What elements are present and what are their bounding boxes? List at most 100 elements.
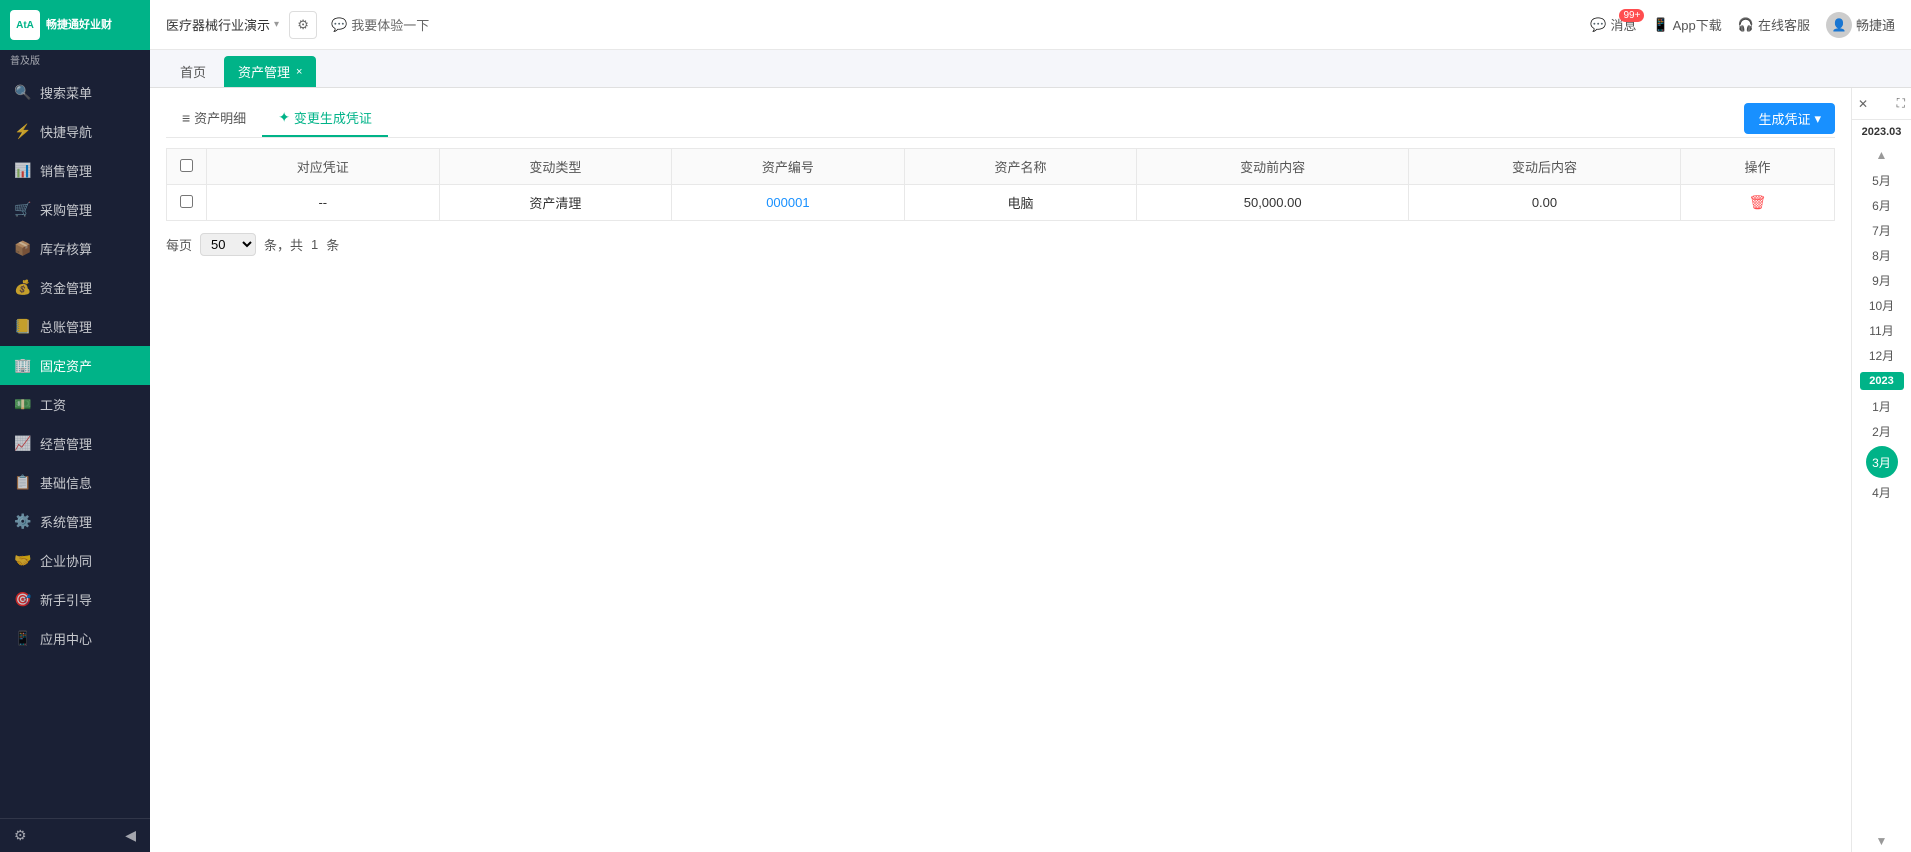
sidebar-item-label: 经营管理 — [40, 434, 92, 453]
sidebar-item-payroll[interactable]: 💵 工资 — [0, 385, 150, 424]
sidebar-item-label: 固定资产 — [40, 356, 92, 375]
funds-icon: 💰 — [14, 279, 32, 297]
payroll-icon: 💵 — [14, 396, 32, 414]
sidebar-item-purchase[interactable]: 🛒 采购管理 — [0, 190, 150, 229]
row-voucher: -- — [207, 185, 440, 221]
feedback-icon: 💬 — [331, 17, 347, 33]
sidebar-item-appcenter[interactable]: 📱 应用中心 — [0, 619, 150, 658]
per-page-label: 每页 — [166, 235, 192, 254]
sidebar-item-label: 应用中心 — [40, 629, 92, 648]
sidebar-item-label: 基础信息 — [40, 473, 92, 492]
sidebar-item-funds[interactable]: 💰 资金管理 — [0, 268, 150, 307]
per-page-select[interactable]: 50 10 20 100 — [200, 233, 256, 256]
messages-badge: 99+ — [1619, 9, 1644, 22]
sidebar-item-basic[interactable]: 📋 基础信息 — [0, 463, 150, 502]
company-selector[interactable]: 医疗器械行业演示 ▾ — [166, 15, 279, 34]
row-before-content: 50,000.00 — [1137, 185, 1409, 221]
pagination-separator: 条，共 — [264, 235, 303, 254]
app-edition: 普及版 — [0, 50, 150, 73]
delete-icon[interactable]: 🗑 — [1749, 194, 1767, 210]
sidebar-logo: AtA 畅捷通好业财 — [0, 0, 150, 50]
quicknav-icon: ⚡ — [14, 123, 32, 141]
guide-icon: 🎯 — [14, 591, 32, 609]
row-asset-no[interactable]: 000001 — [672, 185, 905, 221]
sidebar-item-label: 工资 — [40, 395, 66, 414]
sidebar-item-label: 快捷导航 — [40, 122, 92, 141]
sidebar-item-quicknav[interactable]: ⚡ 快捷导航 — [0, 112, 150, 151]
active-tab-label: 资产管理 — [238, 62, 290, 81]
feedback-button[interactable]: 💬 我要体验一下 — [331, 15, 429, 34]
generate-arrow-icon: ▾ — [1814, 111, 1821, 127]
tab-assets-management[interactable]: 资产管理 × — [224, 56, 316, 87]
sidebar-item-label: 库存核算 — [40, 239, 92, 258]
sub-tab-assetlist[interactable]: ≡ 资产明细 — [166, 100, 262, 137]
generate-voucher-button[interactable]: 生成凭证 ▾ — [1744, 103, 1835, 134]
month-list: 5月 6月 7月 8月 9月 10月 11月 12月 2023 1月 2月 3月… — [1852, 166, 1911, 830]
col-before-content: 变动前内容 — [1137, 149, 1409, 185]
sidebar-item-collab[interactable]: 🤝 企业协同 — [0, 541, 150, 580]
sidebar-item-operations[interactable]: 📈 经营管理 — [0, 424, 150, 463]
year-2023-label: 2023 — [1860, 372, 1904, 390]
sidebar-item-guide[interactable]: 🎯 新手引导 — [0, 580, 150, 619]
basic-icon: 📋 — [14, 474, 32, 492]
month-5[interactable]: 5月 — [1860, 168, 1904, 193]
month-12[interactable]: 12月 — [1860, 343, 1904, 368]
service-icon: 🎧 — [1738, 17, 1754, 33]
select-all-checkbox[interactable] — [180, 159, 193, 172]
month-8[interactable]: 8月 — [1860, 243, 1904, 268]
app-download-button[interactable]: 📱 App下载 — [1652, 15, 1721, 34]
month-10[interactable]: 10月 — [1860, 293, 1904, 318]
month-11[interactable]: 11月 — [1860, 318, 1904, 343]
month-4[interactable]: 4月 — [1860, 480, 1904, 505]
sales-icon: 📊 — [14, 162, 32, 180]
sidebar-item-sales[interactable]: 📊 销售管理 — [0, 151, 150, 190]
settings-button[interactable]: ⚙ — [289, 11, 317, 39]
month-2[interactable]: 2月 — [1860, 419, 1904, 444]
month-nav-up[interactable]: ▲ — [1852, 144, 1911, 166]
month-9[interactable]: 9月 — [1860, 268, 1904, 293]
right-panel-close-icon[interactable]: ✕ — [1858, 97, 1868, 111]
col-change-type: 变动类型 — [439, 149, 672, 185]
sub-tabs: ≡ 资产明细 ✦ 变更生成凭证 — [166, 100, 388, 137]
download-icon: 📱 — [1652, 17, 1668, 33]
row-after-content: 0.00 — [1409, 185, 1681, 221]
month-6[interactable]: 6月 — [1860, 193, 1904, 218]
sub-tab-voucher[interactable]: ✦ 变更生成凭证 — [262, 100, 388, 137]
sidebar-item-system[interactable]: ⚙️ 系统管理 — [0, 502, 150, 541]
user-menu[interactable]: 👤 畅捷通 — [1826, 12, 1895, 38]
row-checkbox-cell — [167, 185, 207, 221]
total-count: 1 — [311, 237, 318, 252]
sidebar-item-inventory[interactable]: 📦 库存核算 — [0, 229, 150, 268]
collapse-button[interactable]: ◀ — [125, 827, 136, 844]
month-3-active[interactable]: 3月 — [1866, 446, 1898, 478]
sub-tab-assetlist-label: 资产明细 — [194, 108, 246, 127]
inner-panel: ≡ 资产明细 ✦ 变更生成凭证 生成凭证 ▾ — [150, 88, 1851, 852]
sidebar-item-search[interactable]: 🔍 搜索菜单 — [0, 73, 150, 112]
online-service-button[interactable]: 🎧 在线客服 — [1738, 15, 1810, 34]
toolbar: 生成凭证 ▾ — [1744, 103, 1835, 134]
app-download-label: App下载 — [1673, 15, 1722, 34]
sidebar-item-assets[interactable]: 🏢 固定资产 — [0, 346, 150, 385]
sidebar-item-ledger[interactable]: 📒 总账管理 — [0, 307, 150, 346]
col-action: 操作 — [1680, 149, 1834, 185]
nav-tabs: 首页 资产管理 × — [150, 50, 1911, 88]
company-dropdown-icon: ▾ — [274, 19, 279, 30]
collab-icon: 🤝 — [14, 552, 32, 570]
month-nav-down[interactable]: ▼ — [1852, 830, 1911, 852]
month-7[interactable]: 7月 — [1860, 218, 1904, 243]
tab-close-icon[interactable]: × — [296, 66, 302, 78]
sub-tab-voucher-label: 变更生成凭证 — [294, 108, 372, 127]
tab-home[interactable]: 首页 — [166, 56, 220, 87]
row-action: 🗑 — [1680, 185, 1834, 221]
right-panel-expand-icon[interactable]: ⛶ — [1897, 96, 1905, 111]
messages-icon: 💬 — [1590, 17, 1606, 33]
month-1[interactable]: 1月 — [1860, 394, 1904, 419]
logo-icon: AtA — [10, 10, 40, 40]
voucher-icon: ✦ — [278, 109, 290, 126]
row-checkbox[interactable] — [180, 195, 193, 208]
user-name: 畅捷通 — [1856, 15, 1895, 34]
settings-button[interactable]: ⚙ — [14, 827, 27, 844]
avatar: 👤 — [1826, 12, 1852, 38]
pagination: 每页 50 10 20 100 条，共 1 条 — [166, 221, 1835, 260]
messages-button[interactable]: 💬 消息 99+ — [1590, 15, 1636, 34]
